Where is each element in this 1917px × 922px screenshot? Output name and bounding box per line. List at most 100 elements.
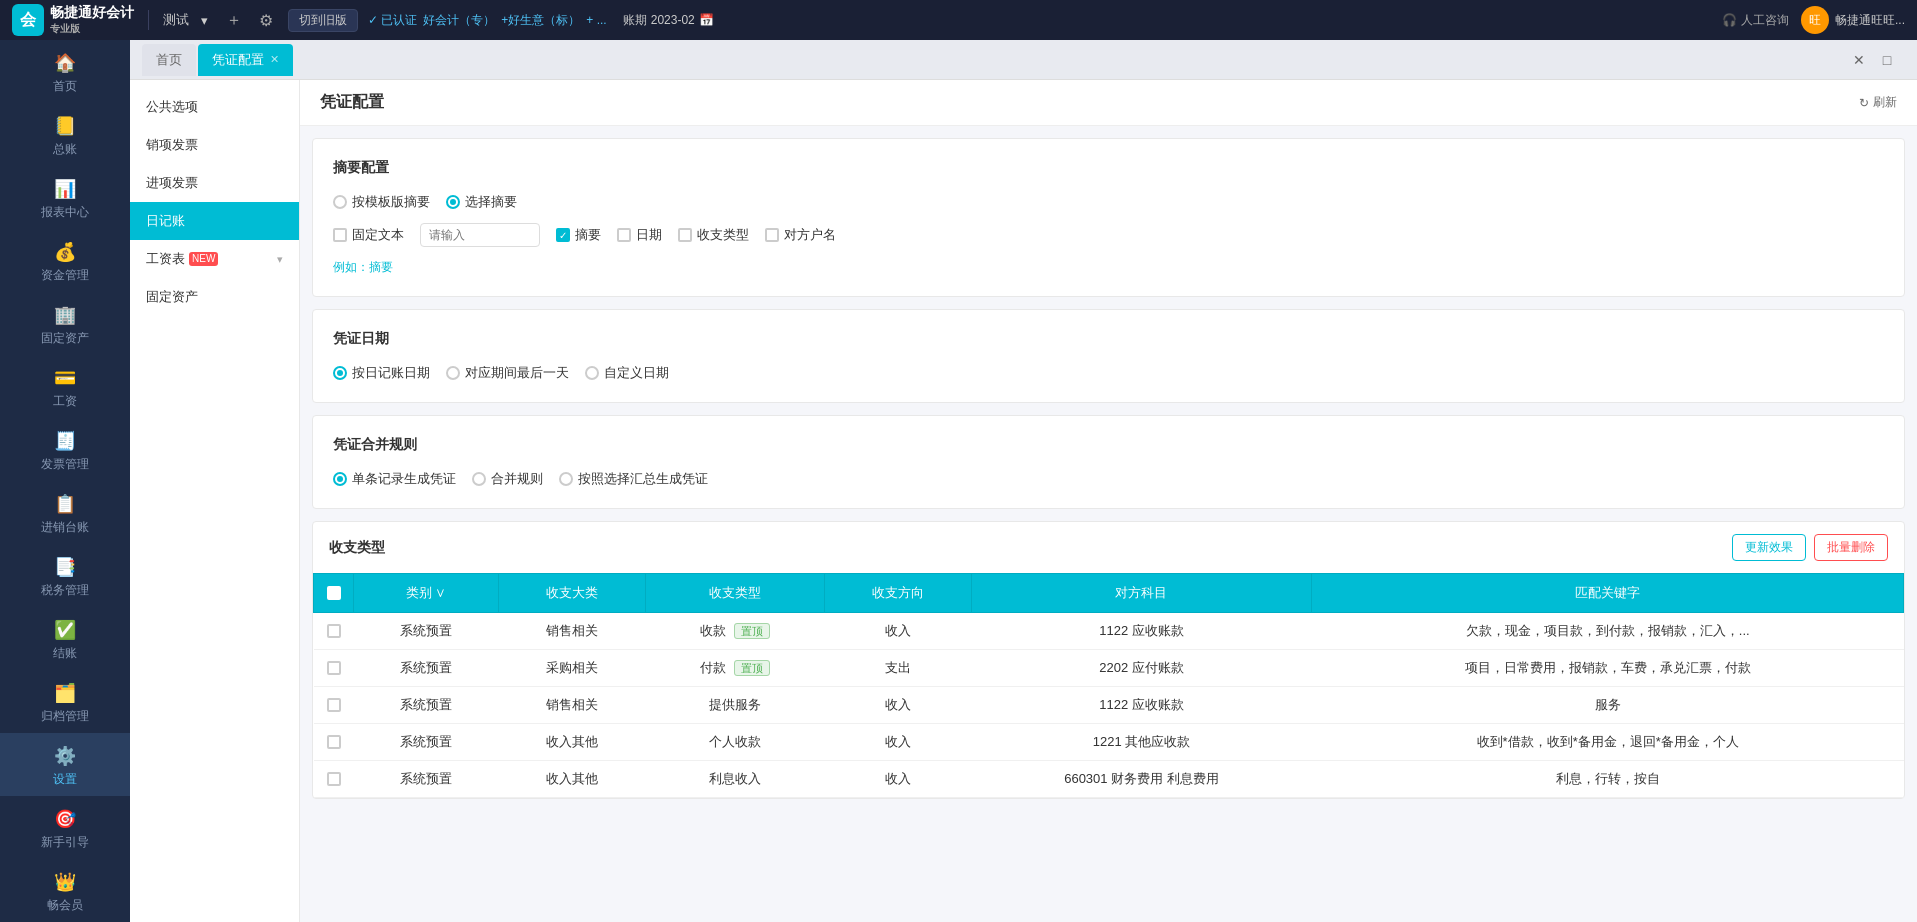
sidebar-item-ledger[interactable]: 📒 总账 xyxy=(0,103,130,166)
left-nav-purchase-invoice[interactable]: 进项发票 xyxy=(130,164,299,202)
tab-home[interactable]: 首页 xyxy=(142,44,196,76)
radio-template-circle xyxy=(333,195,347,209)
row2-checkbox[interactable] xyxy=(327,661,341,675)
refresh-button[interactable]: ↻ 刷新 xyxy=(1859,94,1897,111)
radio-summary-generate[interactable]: 按照选择汇总生成凭证 xyxy=(559,470,708,488)
row1-category: 系统预置 xyxy=(354,613,499,650)
col-major-type: 收支大类 xyxy=(499,574,646,613)
sidebar-item-assets[interactable]: 🏢 固定资产 xyxy=(0,292,130,355)
select-all-checkbox[interactable]: □ xyxy=(327,586,341,600)
test-label: 测试 xyxy=(163,11,189,29)
merge-section-title: 凭证合并规则 xyxy=(333,436,1884,454)
topbar-period: 账期 2023-02 📅 xyxy=(623,12,714,29)
row1-tag[interactable]: 置顶 xyxy=(734,623,770,639)
radio-diary-date-label: 按日记账日期 xyxy=(352,364,430,382)
checkbox-date[interactable]: 日期 xyxy=(617,226,662,244)
sidebar-item-archive[interactable]: 🗂️ 归档管理 xyxy=(0,670,130,733)
radio-custom-date[interactable]: 自定义日期 xyxy=(585,364,669,382)
sidebar-item-invoice[interactable]: 🧾 发票管理 xyxy=(0,418,130,481)
expense-section-title: 收支类型 xyxy=(329,539,385,557)
user-menu[interactable]: 旺 畅捷通旺旺... xyxy=(1801,6,1905,34)
sidebar-item-vip[interactable]: 👑 畅会员 xyxy=(0,859,130,922)
row3-checkbox[interactable] xyxy=(327,698,341,712)
summary-section-title: 摘要配置 xyxy=(333,159,1884,177)
radio-custom-date-circle xyxy=(585,366,599,380)
row4-checkbox[interactable] xyxy=(327,735,341,749)
tab-bar: 首页 凭证配置 ✕ ✕ □ xyxy=(130,40,1917,80)
purchase-sales-icon: 📋 xyxy=(54,493,76,515)
left-nav-fixed-assets[interactable]: 固定资产 xyxy=(130,278,299,316)
checkbox-summary[interactable]: ✓ 摘要 xyxy=(556,226,601,244)
summary-checkbox-label: 摘要 xyxy=(575,226,601,244)
row3-type: 提供服务 xyxy=(645,687,824,724)
sidebar-item-settings[interactable]: ⚙️ 设置 xyxy=(0,733,130,796)
radio-custom-date-label: 自定义日期 xyxy=(604,364,669,382)
row2-tag[interactable]: 置顶 xyxy=(734,660,770,676)
merge-radio-group: 单条记录生成凭证 合并规则 按照选择汇总生成凭证 xyxy=(333,470,1884,488)
window-close-button[interactable]: ✕ xyxy=(1849,50,1869,70)
test-chevron-icon[interactable]: ▾ xyxy=(201,13,208,28)
radio-template-mode[interactable]: 按模板版摘要 xyxy=(333,193,430,211)
sidebar-item-finance[interactable]: 💰 资金管理 xyxy=(0,229,130,292)
row5-category: 系统预置 xyxy=(354,761,499,798)
sidebar-item-purchase-sales[interactable]: 📋 进销台账 xyxy=(0,481,130,544)
row4-type: 个人收款 xyxy=(645,724,824,761)
reports-icon: 📊 xyxy=(54,178,76,200)
settings-icon[interactable]: ⚙ xyxy=(254,8,278,32)
radio-merge-rules[interactable]: 合并规则 xyxy=(472,470,543,488)
checkbox-expense-type[interactable]: 收支类型 xyxy=(678,226,749,244)
fixed-text-checkbox xyxy=(333,228,347,242)
sidebar-item-home[interactable]: 🏠 首页 xyxy=(0,40,130,103)
calendar-icon[interactable]: 📅 xyxy=(699,13,714,27)
expense-table: □ 类别 ∨ 收支大类 收支类型 收支方向 对方科目 匹配关键字 xyxy=(313,573,1904,798)
radio-period-last-label: 对应期间最后一天 xyxy=(465,364,569,382)
radio-select-mode[interactable]: 选择摘要 xyxy=(446,193,517,211)
tag-more: + ... xyxy=(586,13,606,27)
row4-direction: 收入 xyxy=(824,724,971,761)
switch-version-button[interactable]: 切到旧版 xyxy=(288,9,358,32)
tab-voucher-config[interactable]: 凭证配置 ✕ xyxy=(198,44,293,76)
update-effect-button[interactable]: 更新效果 xyxy=(1732,534,1806,561)
row1-keywords: 欠款，现金，项目款，到付款，报销款，汇入，... xyxy=(1312,613,1904,650)
help-button[interactable]: 🎧 人工咨询 xyxy=(1722,12,1789,29)
radio-select-label: 选择摘要 xyxy=(465,193,517,211)
left-nav-public[interactable]: 公共选项 xyxy=(130,88,299,126)
table-actions: 更新效果 批量删除 xyxy=(1732,534,1888,561)
radio-single-record-label: 单条记录生成凭证 xyxy=(352,470,456,488)
left-nav-payroll-label: 工资表 xyxy=(146,250,185,268)
radio-diary-date[interactable]: 按日记账日期 xyxy=(333,364,430,382)
sidebar-item-newbie[interactable]: 🎯 新手引导 xyxy=(0,796,130,859)
row3-major-type: 销售相关 xyxy=(499,687,646,724)
checkbox-fixed-text[interactable]: 固定文本 xyxy=(333,226,404,244)
tag-good-business: +好生意（标） xyxy=(501,12,580,29)
row5-checkbox[interactable] xyxy=(327,772,341,786)
row1-type-label: 收款 xyxy=(700,623,726,638)
fixed-text-input[interactable] xyxy=(420,223,540,247)
example-text: 例如：摘要 xyxy=(333,259,1884,276)
row2-category: 系统预置 xyxy=(354,650,499,687)
certified-tag: ✓ 已认证 xyxy=(368,12,417,29)
sidebar-item-close-accounts[interactable]: ✅ 结账 xyxy=(0,607,130,670)
row1-checkbox[interactable] xyxy=(327,624,341,638)
expense-type-checkbox xyxy=(678,228,692,242)
left-nav-diary[interactable]: 日记账 xyxy=(130,202,299,240)
add-icon[interactable]: ＋ xyxy=(222,8,246,32)
period-label: 账期 xyxy=(623,12,647,29)
row5-direction: 收入 xyxy=(824,761,971,798)
sidebar-item-tax[interactable]: 📑 税务管理 xyxy=(0,544,130,607)
tax-icon: 📑 xyxy=(54,556,76,578)
left-nav-payroll[interactable]: 工资表 NEW ▾ xyxy=(130,240,299,278)
checkbox-counterpart-name[interactable]: 对方户名 xyxy=(765,226,836,244)
tab-close-icon[interactable]: ✕ xyxy=(270,53,279,66)
sidebar-item-reports[interactable]: 📊 报表中心 xyxy=(0,166,130,229)
page-title: 凭证配置 xyxy=(320,92,384,113)
sidebar-item-salary[interactable]: 💳 工资 xyxy=(0,355,130,418)
date-checkbox-label: 日期 xyxy=(636,226,662,244)
finance-icon: 💰 xyxy=(54,241,76,263)
window-maximize-button[interactable]: □ xyxy=(1877,50,1897,70)
radio-single-record[interactable]: 单条记录生成凭证 xyxy=(333,470,456,488)
left-nav-sales-invoice[interactable]: 销项发票 xyxy=(130,126,299,164)
settings-sidebar-icon: ⚙️ xyxy=(54,745,76,767)
radio-period-last-day[interactable]: 对应期间最后一天 xyxy=(446,364,569,382)
batch-delete-button[interactable]: 批量删除 xyxy=(1814,534,1888,561)
